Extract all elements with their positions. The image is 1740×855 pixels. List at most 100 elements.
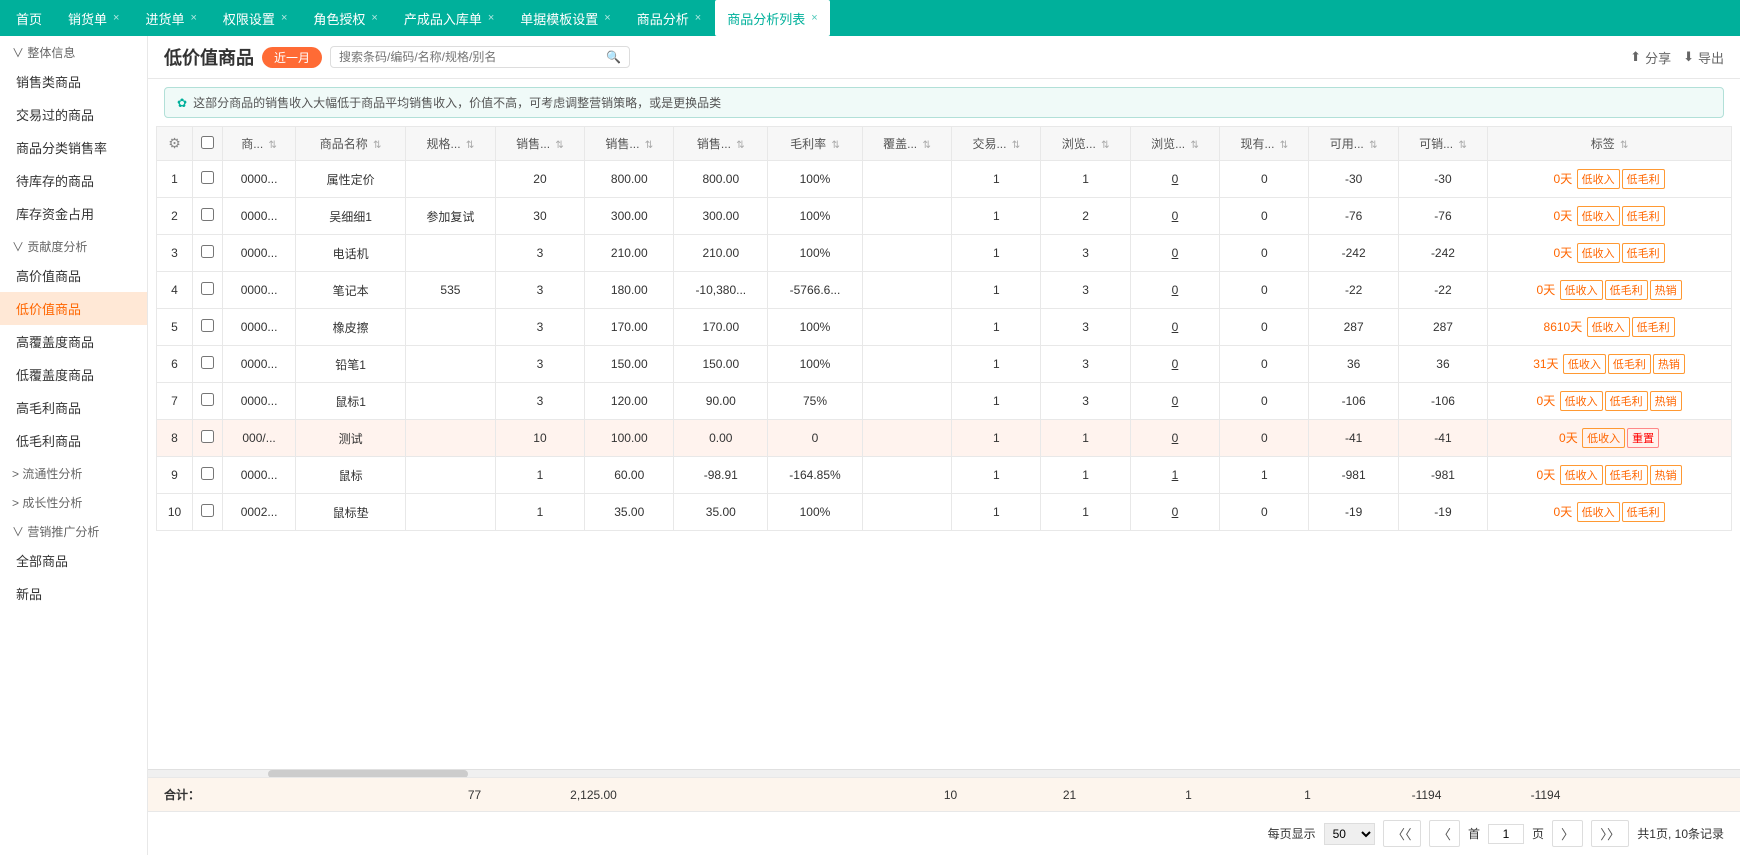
search-input[interactable] (339, 50, 606, 64)
close-role-auth[interactable]: × (371, 12, 377, 24)
cell-sales3: 100% (768, 198, 863, 235)
close-purchase-order[interactable]: × (190, 12, 196, 24)
export-button[interactable]: ⬇ 导出 (1683, 48, 1724, 67)
nav-purchase-order[interactable]: 进货单 × (133, 0, 208, 36)
cell-checkbox[interactable] (193, 309, 223, 346)
nav-product-analysis-list[interactable]: 商品分析列表 × (715, 0, 829, 36)
cell-view2: 1 (1220, 457, 1309, 494)
view1-link[interactable]: 0 (1172, 431, 1179, 445)
cell-code: 0000... (223, 198, 296, 235)
row-checkbox[interactable] (201, 319, 214, 332)
row-checkbox[interactable] (201, 282, 214, 295)
sidebar-group-marketing[interactable]: ∨ 营销推广分析 (0, 515, 147, 544)
main-layout: ∨ 整体信息 销售类商品 交易过的商品 商品分类销售率 待库存的商品 库存资金占… (0, 36, 1740, 855)
first-page-button[interactable]: 〈〈 (1383, 820, 1421, 847)
per-page-select[interactable]: 50 100 200 (1324, 823, 1375, 845)
view1-link[interactable]: 0 (1172, 394, 1179, 408)
sidebar-item-high-margin[interactable]: 高毛利商品 (0, 391, 147, 424)
nav-home[interactable]: 首页 (4, 0, 54, 36)
sidebar-item-low-value[interactable]: 低价值商品 (0, 292, 147, 325)
cell-checkbox[interactable] (193, 494, 223, 531)
cell-checkbox[interactable] (193, 383, 223, 420)
cell-spec (406, 383, 496, 420)
cell-qty: 3 (495, 346, 584, 383)
cell-cover: 1 (952, 457, 1041, 494)
next-page-button[interactable]: 〉 (1552, 820, 1583, 847)
nav-template-setting[interactable]: 单据模板设置 × (508, 0, 622, 36)
sidebar-item-low-margin[interactable]: 低毛利商品 (0, 424, 147, 457)
prev-page-button[interactable]: 〈 (1429, 820, 1460, 847)
cell-checkbox[interactable] (193, 235, 223, 272)
sidebar-group-contribution[interactable]: ∨ 贡献度分析 (0, 230, 147, 259)
current-page-input[interactable]: 1 (1488, 824, 1524, 844)
cell-checkbox[interactable] (193, 161, 223, 198)
col-avail: 可用... ⇅ (1309, 127, 1398, 161)
sidebar-group-flow[interactable]: > 流通性分析 (0, 457, 147, 486)
sidebar-item-sales-products[interactable]: 销售类商品 (0, 65, 147, 98)
col-settings[interactable]: ⚙ (157, 127, 193, 161)
row-checkbox[interactable] (201, 356, 214, 369)
view1-link[interactable]: 1 (1172, 468, 1179, 482)
totals-label: 合计： (164, 786, 284, 803)
nav-role-auth[interactable]: 角色授权 × (301, 0, 389, 36)
view1-link[interactable]: 0 (1172, 209, 1179, 223)
sidebar-item-pending-stock[interactable]: 待库存的商品 (0, 164, 147, 197)
row-checkbox[interactable] (201, 430, 214, 443)
cell-code: 0000... (223, 161, 296, 198)
cell-checkbox[interactable] (193, 198, 223, 235)
sidebar-item-stock-funds[interactable]: 库存资金占用 (0, 197, 147, 230)
col-checkbox[interactable] (193, 127, 223, 161)
sidebar-group-overall[interactable]: ∨ 整体信息 (0, 36, 147, 65)
close-sales-order[interactable]: × (113, 12, 119, 24)
nav-product-analysis[interactable]: 商品分析 × (625, 0, 713, 36)
sidebar-item-low-coverage[interactable]: 低覆盖度商品 (0, 358, 147, 391)
sidebar-item-high-value[interactable]: 高价值商品 (0, 259, 147, 292)
sidebar-item-new-products[interactable]: 新品 (0, 577, 147, 610)
cell-checkbox[interactable] (193, 420, 223, 457)
view1-link[interactable]: 0 (1172, 283, 1179, 297)
nav-sales-order[interactable]: 销货单 × (56, 0, 131, 36)
filter-recent-month-button[interactable]: 近一月 (262, 47, 322, 68)
close-product-analysis[interactable]: × (695, 12, 701, 24)
cell-stock: -19 (1309, 494, 1398, 531)
row-checkbox[interactable] (201, 467, 214, 480)
search-icon[interactable]: 🔍 (606, 50, 621, 64)
sidebar-item-high-coverage[interactable]: 高覆盖度商品 (0, 325, 147, 358)
cell-cover: 1 (952, 420, 1041, 457)
view1-link[interactable]: 0 (1172, 320, 1179, 334)
select-all-checkbox[interactable] (201, 136, 214, 149)
row-checkbox[interactable] (201, 393, 214, 406)
sidebar-item-category-sales-rate[interactable]: 商品分类销售率 (0, 131, 147, 164)
cell-checkbox[interactable] (193, 272, 223, 309)
close-template-setting[interactable]: × (604, 12, 610, 24)
row-checkbox[interactable] (201, 504, 214, 517)
share-button[interactable]: ⬆ 分享 (1630, 48, 1671, 67)
view1-link[interactable]: 0 (1172, 357, 1179, 371)
view1-link[interactable]: 0 (1172, 246, 1179, 260)
nav-product-in[interactable]: 产成品入库单 × (392, 0, 506, 36)
sidebar-item-all-products[interactable]: 全部商品 (0, 544, 147, 577)
last-page-button[interactable]: 〉〉 (1591, 820, 1629, 847)
cell-view2: 0 (1220, 494, 1309, 531)
cell-checkbox[interactable] (193, 346, 223, 383)
row-checkbox[interactable] (201, 245, 214, 258)
row-checkbox[interactable] (201, 208, 214, 221)
row-checkbox[interactable] (201, 171, 214, 184)
close-permission[interactable]: × (281, 12, 287, 24)
settings-icon[interactable]: ⚙ (168, 135, 181, 151)
content-area: 低价值商品 近一月 🔍 ⬆ 分享 ⬇ 导出 ✿ 这部分商品的销售收入大幅低于商品… (148, 36, 1740, 855)
cell-num: 3 (157, 235, 193, 272)
sidebar-item-traded-products[interactable]: 交易过的商品 (0, 98, 147, 131)
view1-link[interactable]: 0 (1172, 172, 1179, 186)
horizontal-scrollbar[interactable] (148, 769, 1740, 777)
cell-view2: 0 (1220, 272, 1309, 309)
sidebar-group-growth[interactable]: > 成长性分析 (0, 486, 147, 515)
cell-sales1: 300.00 (585, 198, 674, 235)
close-product-in[interactable]: × (488, 12, 494, 24)
close-product-analysis-list[interactable]: × (811, 12, 817, 24)
nav-permission[interactable]: 权限设置 × (211, 0, 299, 36)
cell-sales2: 210.00 (674, 235, 768, 272)
table-container[interactable]: ⚙ 商... ⇅ 商品名称 ⇅ 规格... ⇅ 销售... ⇅ 销售... ⇅ … (148, 126, 1740, 769)
view1-link[interactable]: 0 (1172, 505, 1179, 519)
cell-checkbox[interactable] (193, 457, 223, 494)
